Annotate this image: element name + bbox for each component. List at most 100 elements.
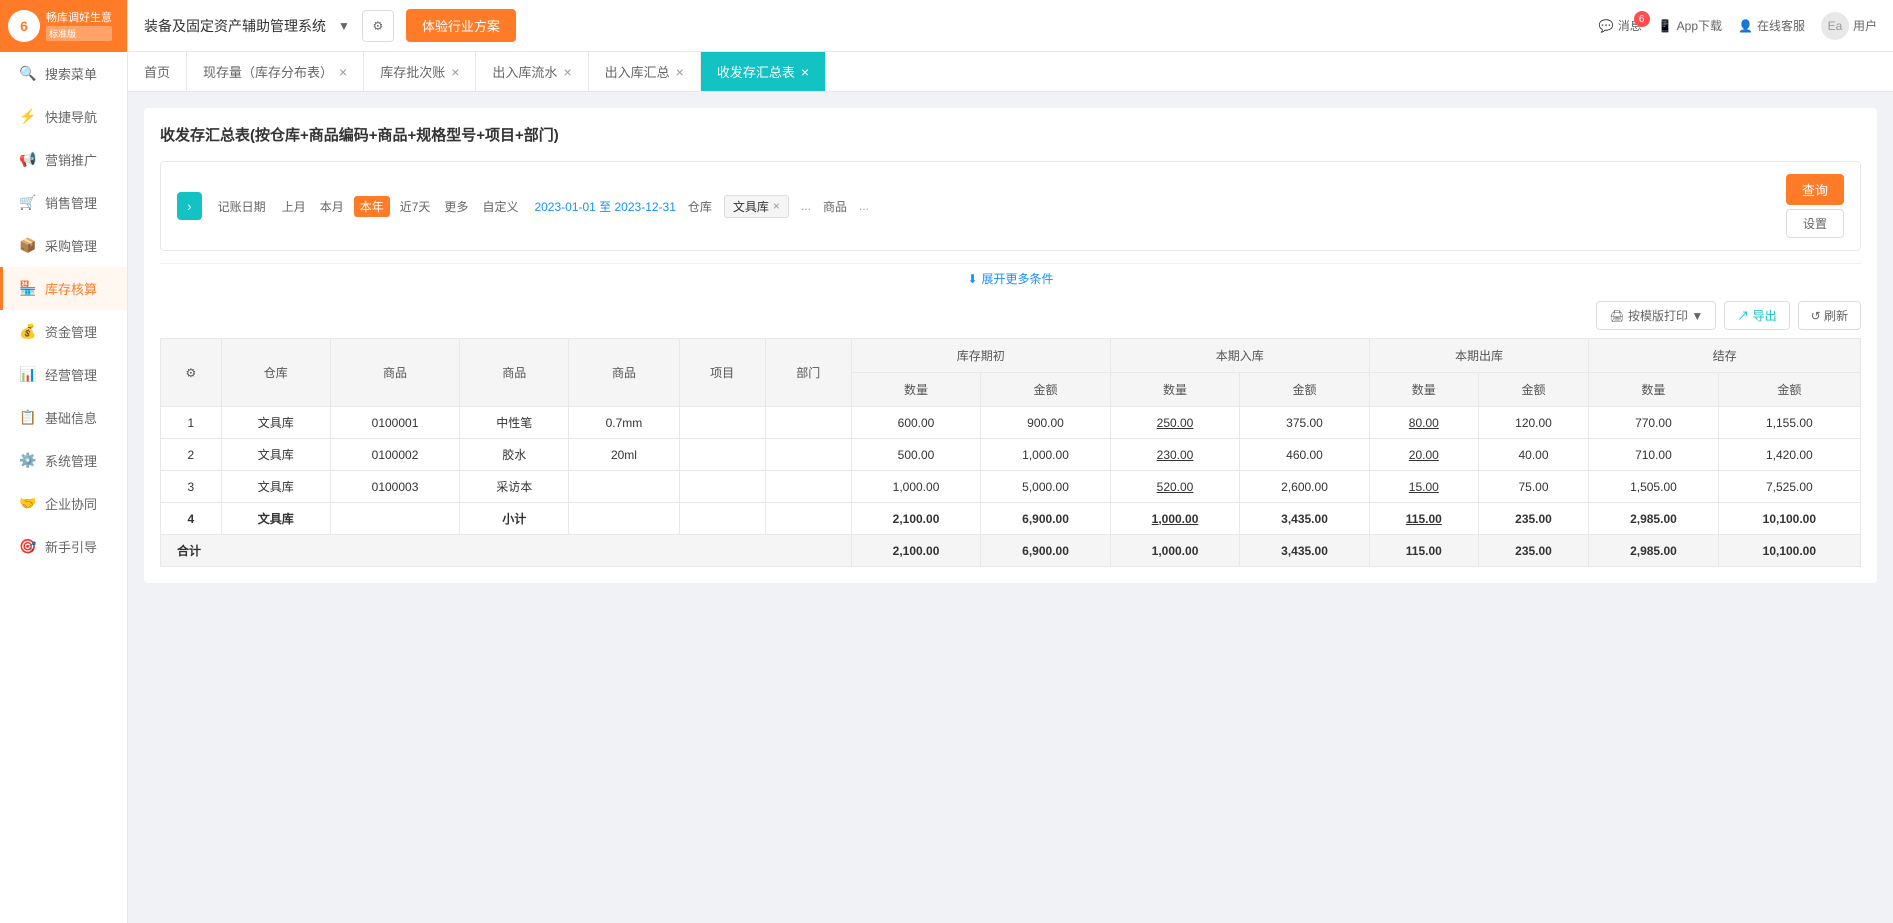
warehouse-more-btn[interactable]: ... <box>801 199 811 213</box>
tab-flow[interactable]: 出入库流水× <box>476 52 588 92</box>
cell-amt-in: 375.00 <box>1240 407 1370 439</box>
tab-close-receive_send[interactable]: × <box>801 65 809 79</box>
date-btn-7days[interactable]: 近7天 <box>396 196 435 217</box>
cell-qty-in[interactable]: 520.00 <box>1110 471 1240 503</box>
trial-btn[interactable]: 体验行业方案 <box>406 9 516 42</box>
cell-spec <box>569 471 679 503</box>
cell-qty-bal: 710.00 <box>1589 439 1719 471</box>
goods-more-btn[interactable]: ... <box>859 199 869 213</box>
online-service-btn[interactable]: 👤 在线客服 <box>1738 17 1805 34</box>
user-menu[interactable]: Ea 用户 <box>1821 12 1877 40</box>
date-btn-custom[interactable]: 自定义 <box>478 196 522 217</box>
sidebar-item-quick[interactable]: ⚡ 快捷导航 <box>0 95 127 138</box>
cell-qty-open: 1,000.00 <box>851 471 981 503</box>
sidebar-logo: 6 畅库调好生意 标准版 <box>0 0 127 52</box>
th-qty-out: 数量 <box>1369 373 1478 407</box>
sidebar-icon-search: 🔍 <box>19 65 37 83</box>
cell-warehouse: 文具库 <box>221 503 330 535</box>
print-btn[interactable]: 🖨 按模版打印 ▼ <box>1596 301 1716 330</box>
sidebar: 6 畅库调好生意 标准版 🔍 搜索菜单 ⚡ 快捷导航 📢 营销推广 🛒 销售管理… <box>0 0 128 923</box>
tab-batch[interactable]: 库存批次账× <box>364 52 476 92</box>
cell-amt-open: 5,000.00 <box>981 471 1111 503</box>
cell-project <box>679 439 765 471</box>
cell-amt-out: 75.00 <box>1478 471 1588 503</box>
sidebar-icon-guide: 🎯 <box>19 538 37 556</box>
export-icon: ↗ <box>1737 309 1749 323</box>
cell-code: 0100002 <box>330 439 460 471</box>
cell-qty-open: 2,100.00 <box>851 503 981 535</box>
cell-qty-in[interactable]: 1,000.00 <box>1110 503 1240 535</box>
tab-stock_dist[interactable]: 现存量（库存分布表）× <box>187 52 364 92</box>
cell-qty-in[interactable]: 230.00 <box>1110 439 1240 471</box>
goods-label: 商品 <box>823 198 847 215</box>
cell-dept <box>765 439 851 471</box>
th-group-bal: 结存 <box>1589 339 1861 373</box>
sidebar-icon-corp: 🤝 <box>19 495 37 513</box>
th-amt-in: 金额 <box>1240 373 1370 407</box>
sidebar-item-corp[interactable]: 🤝 企业协同 <box>0 482 127 525</box>
settings-btn[interactable]: 设置 <box>1786 209 1844 238</box>
settings-icon[interactable]: ⚙ <box>362 10 394 42</box>
tab-close-flow[interactable]: × <box>563 65 571 79</box>
cell-goods: 小计 <box>460 503 569 535</box>
sidebar-label-finance: 资金管理 <box>45 322 97 341</box>
sidebar-label-business: 经营管理 <box>45 365 97 384</box>
export-btn[interactable]: ↗ 导出 <box>1724 301 1789 330</box>
sidebar-item-guide[interactable]: 🎯 新手引导 <box>0 525 127 568</box>
th-settings[interactable]: ⚙ <box>161 339 222 407</box>
messages-btn[interactable]: 💬 消息 6 <box>1599 17 1642 34</box>
tab-home[interactable]: 首页 <box>128 52 187 92</box>
table-row: 1 文具库 0100001 中性笔 0.7mm 600.00 900.00 25… <box>161 407 1861 439</box>
sidebar-item-purchase[interactable]: 📦 采购管理 <box>0 224 127 267</box>
footer-amt-out: 235.00 <box>1478 535 1588 567</box>
cell-qty-out[interactable]: 80.00 <box>1369 407 1478 439</box>
cell-amt-in: 460.00 <box>1240 439 1370 471</box>
sidebar-icon-finance: 💰 <box>19 323 37 341</box>
print-icon: 🖨 <box>1609 309 1624 323</box>
date-btn-last-month[interactable]: 上月 <box>278 196 310 217</box>
cell-qty-out[interactable]: 115.00 <box>1369 503 1478 535</box>
cell-qty-out[interactable]: 20.00 <box>1369 439 1478 471</box>
sidebar-item-business[interactable]: 📊 经营管理 <box>0 353 127 396</box>
cell-amt-in: 3,435.00 <box>1240 503 1370 535</box>
th-group-in: 本期入库 <box>1110 339 1369 373</box>
date-group: 上月 本月 本年 近7天 更多 自定义 <box>278 196 523 217</box>
tab-summary[interactable]: 出入库汇总× <box>589 52 701 92</box>
filter-toggle-btn[interactable]: › <box>177 192 202 220</box>
system-dropdown[interactable]: ▼ <box>338 19 350 33</box>
sidebar-item-marketing[interactable]: 📢 营销推广 <box>0 138 127 181</box>
app-download-btn[interactable]: 📱 App下载 <box>1658 17 1722 34</box>
query-btn[interactable]: 查询 <box>1786 174 1844 205</box>
date-btn-more[interactable]: 更多 <box>440 196 472 217</box>
cell-amt-open: 900.00 <box>981 407 1111 439</box>
sidebar-item-system[interactable]: ⚙️ 系统管理 <box>0 439 127 482</box>
sidebar-label-sales: 销售管理 <box>45 193 97 212</box>
cell-qty-bal: 770.00 <box>1589 407 1719 439</box>
cell-qty-bal: 1,505.00 <box>1589 471 1719 503</box>
sidebar-item-finance[interactable]: 💰 资金管理 <box>0 310 127 353</box>
warehouse-remove-btn[interactable]: × <box>773 199 780 213</box>
refresh-icon: ↺ <box>1811 309 1821 323</box>
tab-close-batch[interactable]: × <box>451 65 459 79</box>
sidebar-item-sales[interactable]: 🛒 销售管理 <box>0 181 127 224</box>
cell-qty-in[interactable]: 250.00 <box>1110 407 1240 439</box>
tab-receive_send[interactable]: 收发存汇总表× <box>701 52 826 92</box>
tab-close-summary[interactable]: × <box>676 65 684 79</box>
date-btn-this-month[interactable]: 本月 <box>316 196 348 217</box>
tab-close-stock_dist[interactable]: × <box>339 65 347 79</box>
cell-code: 0100001 <box>330 407 460 439</box>
th-qty-bal: 数量 <box>1589 373 1719 407</box>
cell-seq: 2 <box>161 439 222 471</box>
expand-more-btn[interactable]: ⬇ 展开更多条件 <box>160 263 1861 293</box>
warehouse-value: 文具库 <box>733 198 769 215</box>
sidebar-label-system: 系统管理 <box>45 451 97 470</box>
cell-qty-out[interactable]: 15.00 <box>1369 471 1478 503</box>
date-btn-this-year[interactable]: 本年 <box>354 196 390 217</box>
refresh-btn[interactable]: ↺ 刷新 <box>1798 301 1861 330</box>
sidebar-item-search[interactable]: 🔍 搜索菜单 <box>0 52 127 95</box>
cell-seq: 3 <box>161 471 222 503</box>
sidebar-label-marketing: 营销推广 <box>45 150 97 169</box>
sidebar-item-basic[interactable]: 📋 基础信息 <box>0 396 127 439</box>
sidebar-item-inventory[interactable]: 🏪 库存核算 <box>0 267 127 310</box>
th-warehouse: 仓库 <box>221 339 330 407</box>
